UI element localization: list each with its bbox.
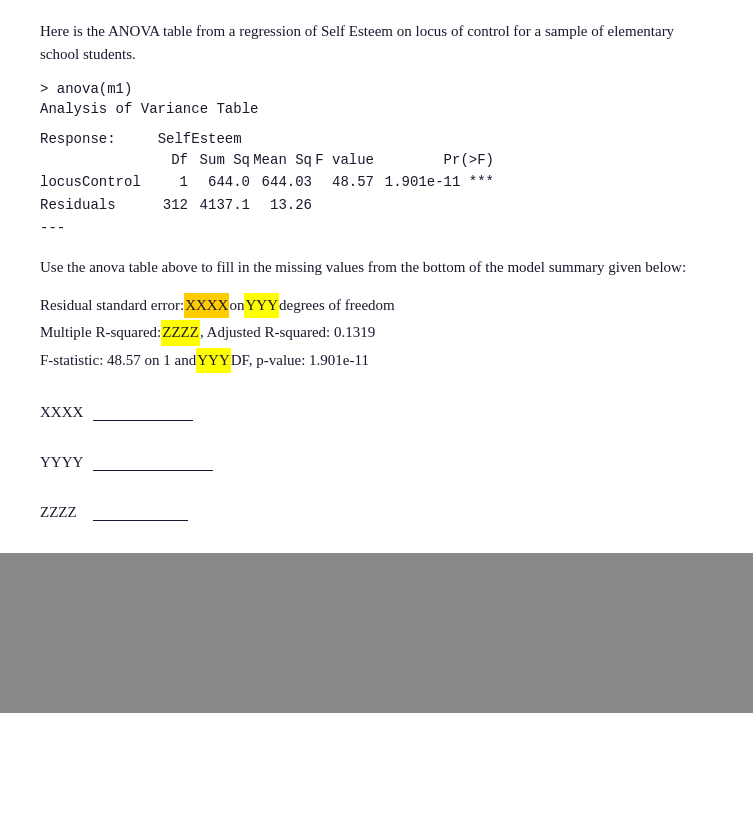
header-meansq: Mean Sq <box>250 149 312 171</box>
response-label: Response: <box>40 131 116 147</box>
header-sumsq: Sum Sq <box>188 149 250 171</box>
header-fval: F value <box>312 149 374 171</box>
response-line: Response: SelfEsteem <box>40 131 713 147</box>
formula-line-1: Residual standard error: XXXX on YYY deg… <box>40 293 713 319</box>
formula-yyy-2: YYY <box>196 348 231 374</box>
table-row-locus: locusControl 1 644.0 644.03 48.57 1.901e… <box>40 171 713 193</box>
anova-command: > anova(m1) <box>40 81 713 97</box>
header-label <box>40 149 150 171</box>
formula-line1-middle: on <box>229 293 244 319</box>
xxxx-label: XXXX <box>40 404 85 421</box>
residuals-meansq: 13.26 <box>250 194 312 216</box>
residuals-sumsq: 4137.1 <box>188 194 250 216</box>
zzzz-label: ZZZZ <box>40 504 85 521</box>
formula-line2-before: Multiple R-squared: <box>40 320 161 346</box>
formula-zzzz: ZZZZ <box>161 320 200 346</box>
zzzz-line <box>93 503 188 521</box>
residuals-pr <box>374 194 494 216</box>
formula-line-2: Multiple R-squared: ZZZZ , Adjusted R-sq… <box>40 320 713 346</box>
table-row-residuals: Residuals 312 4137.1 13.26 <box>40 194 713 216</box>
locus-meansq: 644.03 <box>250 171 312 193</box>
locus-pr: 1.901e-11 *** <box>374 171 494 193</box>
formula-xxxx: XXXX <box>184 293 229 319</box>
formula-line3-before: F-statistic: 48.57 on 1 and <box>40 348 196 374</box>
locus-df: 1 <box>150 171 188 193</box>
yyyy-line <box>93 453 213 471</box>
anova-table-section: > anova(m1) Analysis of Variance Table R… <box>40 81 713 236</box>
instruction-text: Use the anova table above to fill in the… <box>40 256 713 279</box>
residuals-fval <box>312 194 374 216</box>
formula-line1-after: degrees of freedom <box>279 293 395 319</box>
locus-label: locusControl <box>40 171 150 193</box>
intro-paragraph: Here is the ANOVA table from a regressio… <box>40 20 713 65</box>
anova-table: Df Sum Sq Mean Sq F value Pr(>F) locusCo… <box>40 149 713 216</box>
locus-sumsq: 644.0 <box>188 171 250 193</box>
fill-in-section: XXXX YYYY ZZZZ <box>40 403 713 521</box>
yyyy-label: YYYY <box>40 454 85 471</box>
formula-line2-after: , Adjusted R-squared: 0.1319 <box>200 320 375 346</box>
response-value: SelfEsteem <box>158 131 242 147</box>
formula-line-3: F-statistic: 48.57 on 1 and YYY DF, p-va… <box>40 348 713 374</box>
header-df: Df <box>150 149 188 171</box>
table-header: Df Sum Sq Mean Sq F value Pr(>F) <box>40 149 713 171</box>
formula-line3-after: DF, p-value: 1.901e-11 <box>231 348 369 374</box>
residuals-label: Residuals <box>40 194 150 216</box>
locus-fval: 48.57 <box>312 171 374 193</box>
gray-footer <box>0 553 753 713</box>
main-content: Here is the ANOVA table from a regressio… <box>0 0 753 521</box>
residuals-df: 312 <box>150 194 188 216</box>
fill-in-yyyy: YYYY <box>40 453 713 471</box>
xxxx-line <box>93 403 193 421</box>
anova-title: Analysis of Variance Table <box>40 101 713 117</box>
header-pr: Pr(>F) <box>374 149 494 171</box>
formula-yyy-1: YYY <box>244 293 279 319</box>
separator: --- <box>40 220 713 236</box>
fill-in-xxxx: XXXX <box>40 403 713 421</box>
formula-line1-before: Residual standard error: <box>40 293 184 319</box>
formula-section: Residual standard error: XXXX on YYY deg… <box>40 293 713 374</box>
fill-in-zzzz: ZZZZ <box>40 503 713 521</box>
